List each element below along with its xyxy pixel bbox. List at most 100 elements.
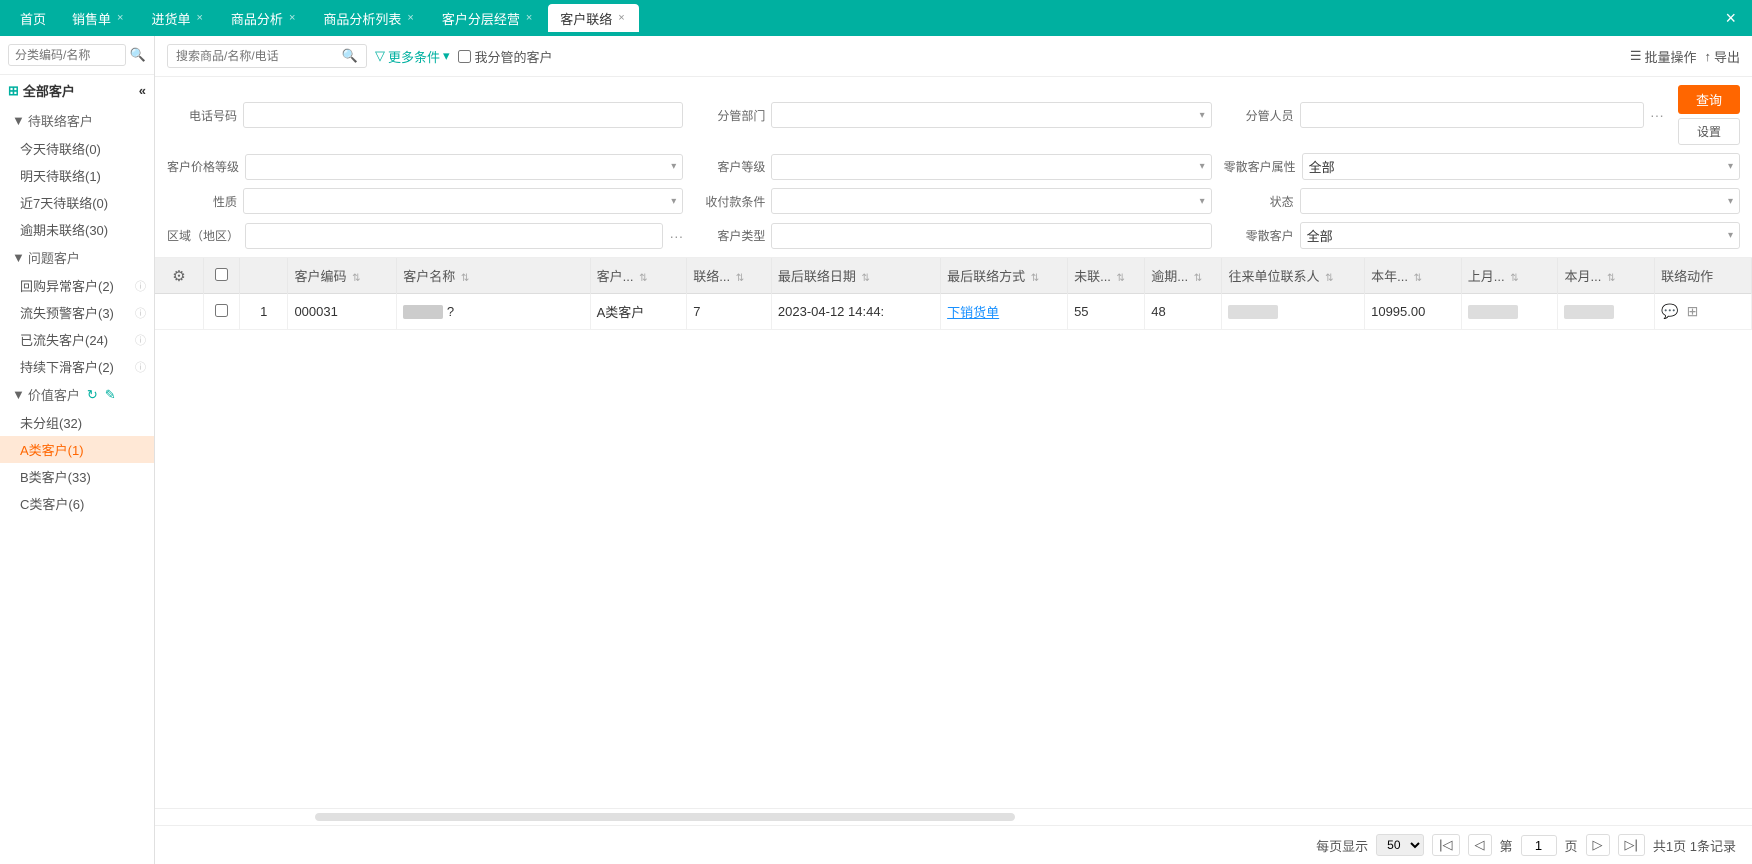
nav-home[interactable]: 首页 [8, 9, 58, 28]
th-contact[interactable]: 联络... ⇅ [687, 258, 772, 294]
filter-pay-condition: 收付款条件 ▾ [695, 188, 1211, 214]
more-filters-btn[interactable]: ▽ 更多条件 ▾ [375, 47, 450, 66]
row-checkbox[interactable] [215, 304, 228, 317]
sidebar-item-declining[interactable]: 持续下滑客户(2) ⓘ [0, 353, 154, 380]
person-select[interactable] [1300, 102, 1644, 128]
collapse-sidebar-icon[interactable]: « [139, 83, 146, 98]
sidebar-item-a-class[interactable]: A类客户(1) [0, 436, 154, 463]
next-page-btn[interactable]: ▷ [1586, 834, 1610, 856]
chat-icon[interactable]: 💬 [1661, 303, 1678, 320]
qrcode-icon[interactable]: ⊞ [1687, 303, 1699, 320]
nav-tab-customer-contact[interactable]: 客户联络 × [548, 4, 638, 32]
person-dots[interactable]: ··· [1650, 107, 1664, 123]
status-select[interactable]: ▾ [1300, 188, 1740, 214]
tomorrow-label: 明天待联络(1) [20, 166, 101, 185]
filter-search-icon[interactable]: 🔍 [342, 48, 358, 64]
sidebar-group-problem[interactable]: ▼ 问题客户 [0, 243, 154, 272]
sidebar-item-repurchase[interactable]: 回购异常客户(2) ⓘ [0, 272, 154, 299]
nav-tab-customer-segment[interactable]: 客户分层经营 × [430, 4, 546, 32]
row-no: 1 [260, 304, 267, 319]
query-btn[interactable]: 查询 [1678, 85, 1740, 114]
table-settings-icon[interactable]: ⚙ [172, 268, 185, 285]
nav-tab-analysis-list[interactable]: 商品分析列表 × [311, 4, 427, 32]
refresh-icon[interactable]: ↻ [87, 387, 98, 403]
th-unlinked[interactable]: 未联... ⇅ [1068, 258, 1145, 294]
sidebar-all-customers[interactable]: ⊞ 全部客户 « [0, 75, 154, 106]
sidebar-item-week[interactable]: 近7天待联络(0) [0, 189, 154, 216]
th-level[interactable]: 客户... ⇅ [590, 258, 687, 294]
th-thisyr[interactable]: 本年... ⇅ [1365, 258, 1462, 294]
batch-op-btn[interactable]: ☰ 批量操作 [1630, 47, 1697, 66]
sidebar-item-today[interactable]: 今天待联络(0) [0, 135, 154, 162]
area-select[interactable] [245, 223, 663, 249]
retail-customer-select[interactable]: 全部 ▾ [1300, 222, 1740, 249]
phone-input[interactable] [243, 102, 683, 128]
sidebar-group-pending[interactable]: ▼ 待联络客户 [0, 106, 154, 135]
pay-condition-select[interactable]: ▾ [771, 188, 1211, 214]
my-customers-check[interactable] [458, 50, 471, 63]
page-input[interactable] [1521, 835, 1557, 856]
th-action-label: 联络动作 [1661, 269, 1713, 284]
th-code[interactable]: 客户编码 ⇅ [288, 258, 397, 294]
sort-thisyr: ⇅ [1414, 273, 1422, 284]
nav-tab-purchase[interactable]: 进货单 × [139, 4, 216, 32]
action-icons: 💬 ⊞ [1661, 303, 1745, 320]
th-thismo[interactable]: 本月... ⇅ [1558, 258, 1655, 294]
row-unlinked: 55 [1074, 304, 1088, 319]
sidebar-item-churn-warn[interactable]: 流失预警客户(3) ⓘ [0, 299, 154, 326]
my-customers-label: 我分管的客户 [475, 47, 553, 66]
select-all-checkbox[interactable] [215, 268, 228, 281]
area-dots[interactable]: ··· [669, 228, 683, 244]
close-icon-analysis-list[interactable]: × [405, 12, 415, 24]
close-icon-sales[interactable]: × [115, 12, 125, 24]
nav-tab-analysis[interactable]: 商品分析 × [219, 4, 309, 32]
customer-level-select[interactable]: ▾ [771, 154, 1211, 180]
nav-tab-sales[interactable]: 销售单 × [60, 4, 137, 32]
prev-page-btn[interactable]: ◁ [1468, 834, 1492, 856]
th-lastmo[interactable]: 上月... ⇅ [1461, 258, 1558, 294]
filter-price-level: 客户价格等级 ▾ [167, 153, 683, 180]
settings-btn[interactable]: 设置 [1678, 118, 1740, 145]
td-checkbox[interactable] [203, 294, 239, 330]
nature-select[interactable]: ▾ [243, 188, 683, 214]
price-level-select[interactable]: ▾ [245, 154, 683, 180]
sidebar-item-overdue[interactable]: 逾期未联络(30) [0, 216, 154, 243]
window-close-icon[interactable]: × [1717, 8, 1744, 28]
close-icon-analysis[interactable]: × [287, 12, 297, 24]
th-overdue[interactable]: 逾期... ⇅ [1145, 258, 1222, 294]
sidebar-item-b-class[interactable]: B类客户(33) [0, 463, 154, 490]
sidebar-item-tomorrow[interactable]: 明天待联络(1) [0, 162, 154, 189]
all-customers-label: 全部客户 [23, 81, 75, 100]
sidebar-item-c-class[interactable]: C类客户(6) [0, 490, 154, 517]
sidebar-search-icon[interactable]: 🔍 [130, 47, 146, 63]
pay-condition-label: 收付款条件 [695, 193, 765, 210]
close-icon-purchase[interactable]: × [194, 12, 204, 24]
td-overdue: 48 [1145, 294, 1222, 330]
last-page-btn[interactable]: ▷| [1618, 834, 1645, 856]
export-btn[interactable]: ↑ 导出 [1704, 47, 1740, 66]
per-page-select[interactable]: 50 [1376, 834, 1424, 856]
arrow-value: ▼ [12, 387, 25, 402]
sort-unlinked: ⇅ [1117, 273, 1125, 284]
close-icon-customer-contact[interactable]: × [616, 12, 626, 24]
sidebar-item-ungroup[interactable]: 未分组(32) [0, 409, 154, 436]
dept-select[interactable]: ▾ [771, 102, 1211, 128]
th-checkbox[interactable] [203, 258, 239, 294]
sidebar-item-churned[interactable]: 已流失客户(24) ⓘ [0, 326, 154, 353]
first-page-btn[interactable]: |◁ [1432, 834, 1459, 856]
sidebar-group-value[interactable]: ▼ 价值客户 ↻ ✎ [0, 380, 154, 409]
retail-attr-select[interactable]: 全部 ▾ [1302, 153, 1740, 180]
my-customers-checkbox[interactable]: 我分管的客户 [458, 47, 553, 66]
th-date[interactable]: 最后联络日期 ⇅ [771, 258, 940, 294]
th-settings[interactable]: ⚙ [155, 258, 203, 294]
sidebar-search-input[interactable] [8, 44, 126, 66]
th-prevcontact[interactable]: 往来单位联系人 ⇅ [1222, 258, 1365, 294]
row-method[interactable]: 下销货单 [947, 305, 999, 320]
horizontal-scrollbar[interactable] [315, 813, 1015, 821]
filter-search-input[interactable] [176, 49, 338, 63]
th-method[interactable]: 最后联络方式 ⇅ [941, 258, 1068, 294]
th-name[interactable]: 客户名称 ⇅ [397, 258, 590, 294]
edit-group-icon[interactable]: ✎ [105, 387, 116, 403]
customer-type-select[interactable] [771, 223, 1211, 249]
close-icon-customer-segment[interactable]: × [524, 12, 534, 24]
